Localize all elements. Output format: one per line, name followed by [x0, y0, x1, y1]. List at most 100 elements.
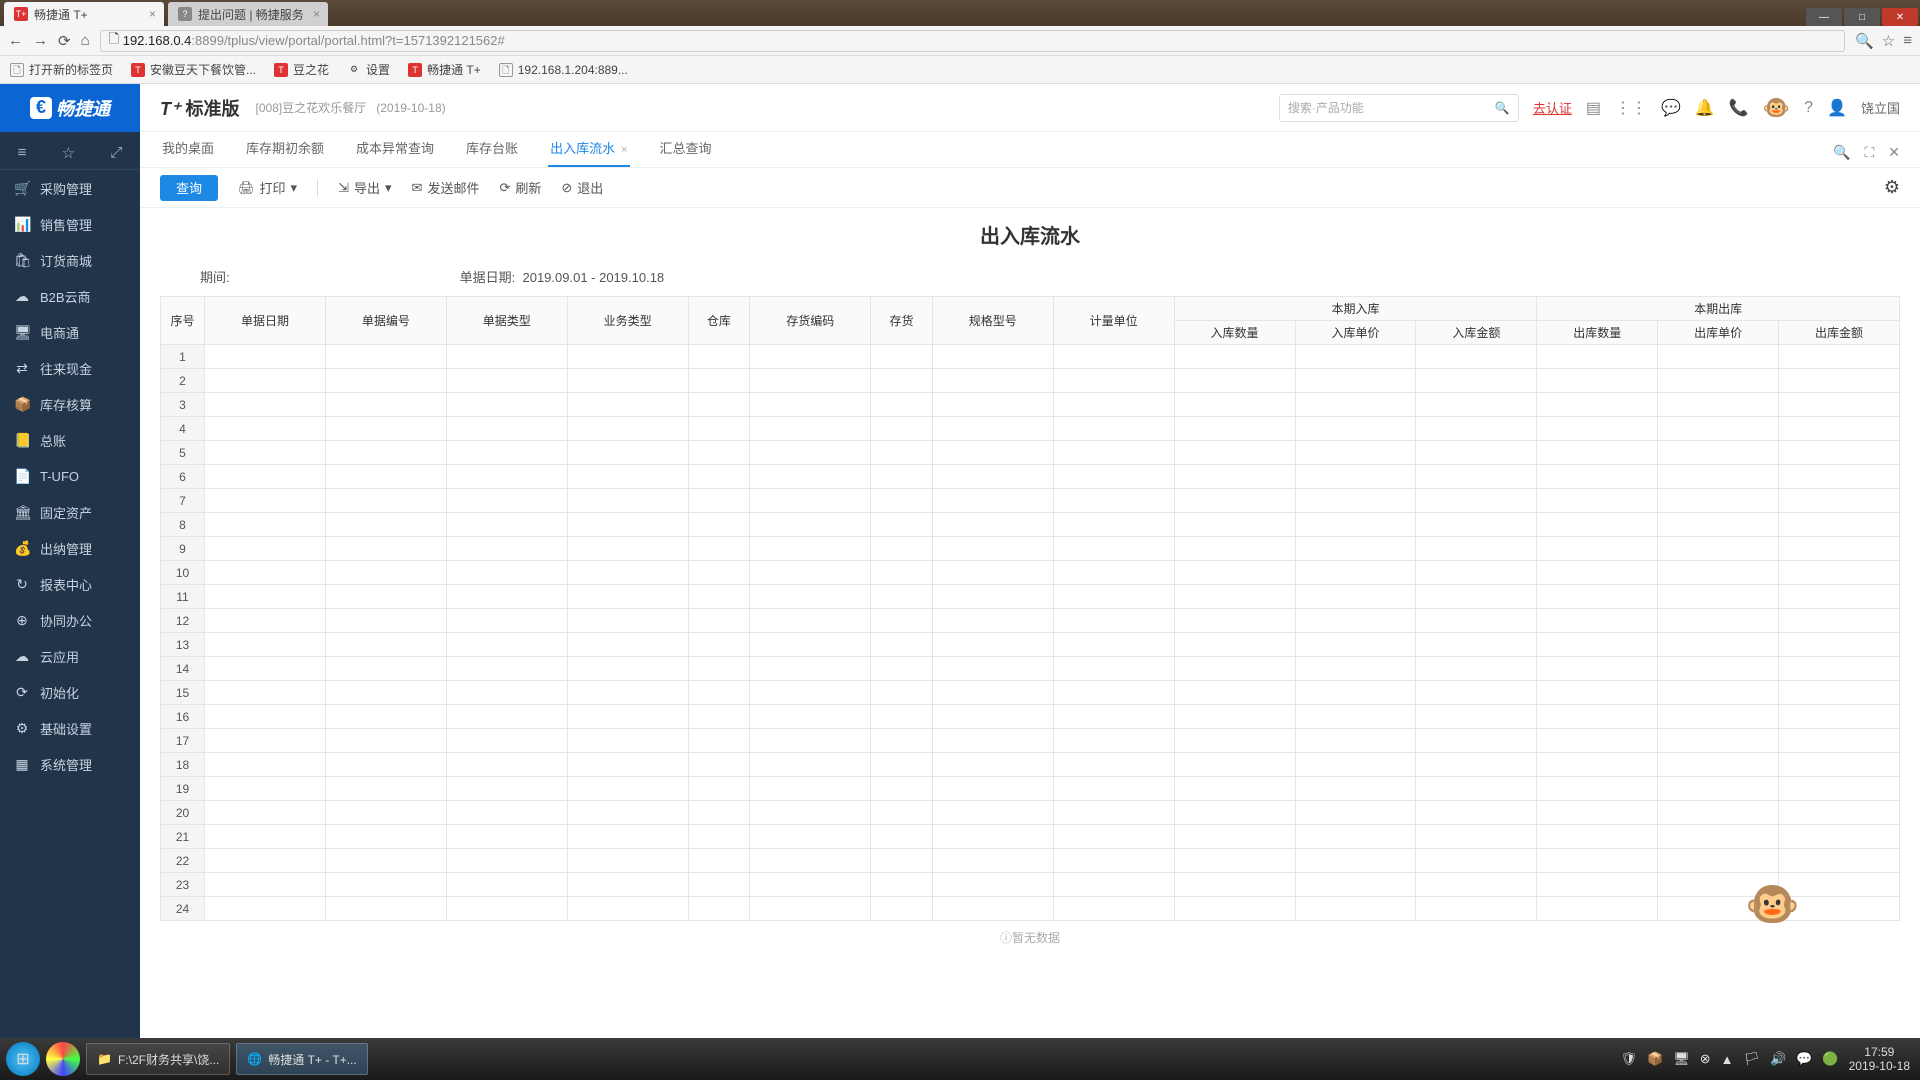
col-spec[interactable]: 规格型号 [932, 297, 1053, 345]
sidebar-item[interactable]: ⊕协同办公 [0, 602, 140, 638]
table-row[interactable]: 24 [161, 897, 1900, 921]
page-tab[interactable]: 成本异常查询 [354, 130, 436, 167]
table-row[interactable]: 22 [161, 849, 1900, 873]
page-tab[interactable]: 出入库流水× [548, 130, 629, 167]
bookmark-item[interactable]: T安徽豆天下餐饮管... [131, 61, 256, 78]
tray-icon[interactable]: 🏳 [1744, 1051, 1761, 1067]
table-row[interactable]: 6 [161, 465, 1900, 489]
exit-button[interactable]: ⊘ 退出 [561, 178, 603, 197]
col-out-qty[interactable]: 出库数量 [1537, 321, 1658, 345]
logo[interactable]: €畅捷通 [0, 84, 140, 132]
sidebar-item[interactable]: ↻报表中心 [0, 566, 140, 602]
bookmark-item[interactable]: T豆之花 [274, 61, 329, 78]
table-row[interactable]: 19 [161, 777, 1900, 801]
menu-icon[interactable]: ≡ [1903, 32, 1912, 50]
bookmark-item[interactable]: 🗋打开新的标签页 [10, 61, 113, 78]
forward-icon[interactable]: → [33, 32, 48, 49]
table-row[interactable]: 5 [161, 441, 1900, 465]
col-inv[interactable]: 存货 [871, 297, 933, 345]
bookmark-item[interactable]: ⚙设置 [347, 61, 390, 78]
close-icon[interactable]: × [313, 7, 320, 21]
user-name[interactable]: 饶立国 [1861, 98, 1900, 117]
table-row[interactable]: 20 [161, 801, 1900, 825]
taskbar-icon[interactable] [46, 1042, 80, 1076]
table-row[interactable]: 4 [161, 417, 1900, 441]
browser-tab[interactable]: ? 提出问题 | 畅捷服务 × [168, 2, 328, 26]
sidebar-item[interactable]: 📦库存核算 [0, 386, 140, 422]
table-row[interactable]: 1 [161, 345, 1900, 369]
sidebar-item[interactable]: 🛍订货商城 [0, 242, 140, 278]
cert-link[interactable]: 去认证 [1533, 98, 1572, 117]
close-icon[interactable]: × [149, 7, 156, 21]
mobile-icon[interactable]: ▤ [1586, 98, 1601, 118]
sidebar-item[interactable]: 📊销售管理 [0, 206, 140, 242]
tray-icon[interactable]: 🛡 [1621, 1051, 1638, 1067]
col-wh[interactable]: 仓库 [688, 297, 750, 345]
tab-search-icon[interactable]: 🔍 [1833, 144, 1850, 161]
gear-icon[interactable]: ⚙ [1884, 177, 1900, 198]
table-row[interactable]: 12 [161, 609, 1900, 633]
tray-icon[interactable]: ▲ [1721, 1052, 1734, 1067]
bookmark-item[interactable]: T畅捷通 T+ [408, 61, 481, 78]
sidebar-item[interactable]: ☁云应用 [0, 638, 140, 674]
table-row[interactable]: 8 [161, 513, 1900, 537]
sidebar-item[interactable]: 💰出纳管理 [0, 530, 140, 566]
tray-icon[interactable]: ⊗ [1700, 1051, 1711, 1067]
home-icon[interactable]: ⌂ [81, 32, 90, 49]
sidebar-item[interactable]: ☁B2B云商 [0, 278, 140, 314]
table-row[interactable]: 11 [161, 585, 1900, 609]
tray-icon[interactable]: 🖥 [1673, 1051, 1690, 1067]
tray-icon[interactable]: 🔊 [1770, 1051, 1786, 1067]
start-button[interactable]: ⊞ [6, 1042, 40, 1076]
tray-icon[interactable]: 🟢 [1822, 1051, 1838, 1067]
page-tab[interactable]: 库存期初余额 [244, 130, 326, 167]
phone-icon[interactable]: 📞 [1729, 98, 1749, 118]
table-row[interactable]: 3 [161, 393, 1900, 417]
table-row[interactable]: 23 [161, 873, 1900, 897]
sidebar-item[interactable]: 🛒采购管理 [0, 170, 140, 206]
sidebar-item[interactable]: 🏛固定资产 [0, 494, 140, 530]
user-icon[interactable]: 👤 [1827, 98, 1847, 118]
tray-icon[interactable]: 💬 [1796, 1051, 1812, 1067]
col-in-amt[interactable]: 入库金额 [1416, 321, 1537, 345]
table-row[interactable]: 10 [161, 561, 1900, 585]
address-input[interactable]: 🗋 192.168.0.4 :8899/tplus/view/portal/po… [100, 30, 1845, 52]
table-row[interactable]: 7 [161, 489, 1900, 513]
star-icon[interactable]: ☆ [1882, 32, 1895, 50]
sidebar-item[interactable]: ⚙基础设置 [0, 710, 140, 746]
sidebar-item[interactable]: 📄T-UFO [0, 458, 140, 494]
sidebar-item[interactable]: ▦系统管理 [0, 746, 140, 782]
col-invno[interactable]: 存货编码 [750, 297, 871, 345]
tray-icon[interactable]: 📦 [1647, 1051, 1663, 1067]
col-out-price[interactable]: 出库单价 [1658, 321, 1779, 345]
favorite-icon[interactable]: ☆ [62, 144, 75, 162]
assistant-icon[interactable]: 🐵 [1763, 95, 1790, 121]
col-biz[interactable]: 业务类型 [567, 297, 688, 345]
query-button[interactable]: 查询 [160, 175, 218, 201]
bookmark-item[interactable]: 🗋192.168.1.204:889... [499, 63, 628, 77]
message-icon[interactable]: 💬 [1661, 98, 1681, 118]
table-row[interactable]: 2 [161, 369, 1900, 393]
reload-icon[interactable]: ⟳ [58, 32, 71, 50]
tab-expand-icon[interactable]: ⛶ [1864, 144, 1874, 161]
mail-button[interactable]: ✉ 发送邮件 [412, 178, 480, 197]
col-in-price[interactable]: 入库单价 [1295, 321, 1416, 345]
close-button[interactable]: ✕ [1882, 8, 1918, 26]
search-input[interactable]: 搜索·产品功能 🔍 [1279, 94, 1519, 122]
search-icon[interactable]: 🔍 [1855, 32, 1874, 50]
sidebar-item[interactable]: 📒总账 [0, 422, 140, 458]
sidebar-item[interactable]: ⇄往来现金 [0, 350, 140, 386]
col-no[interactable]: 单据编号 [325, 297, 446, 345]
app-icon[interactable]: ⋮⋮ [1615, 98, 1647, 118]
table-row[interactable]: 9 [161, 537, 1900, 561]
help-icon[interactable]: ? [1804, 99, 1813, 117]
refresh-button[interactable]: ⟳ 刷新 [499, 178, 541, 197]
taskbar-app[interactable]: 🌐畅捷通 T+ - T+... [236, 1043, 367, 1075]
table-row[interactable]: 15 [161, 681, 1900, 705]
menu-toggle-icon[interactable]: ≡ [18, 144, 27, 161]
close-icon[interactable]: × [621, 144, 627, 156]
page-tab[interactable]: 库存台账 [464, 130, 520, 167]
clock[interactable]: 17:59 2019-10-18 [1849, 1045, 1910, 1073]
table-row[interactable]: 16 [161, 705, 1900, 729]
table-row[interactable]: 21 [161, 825, 1900, 849]
